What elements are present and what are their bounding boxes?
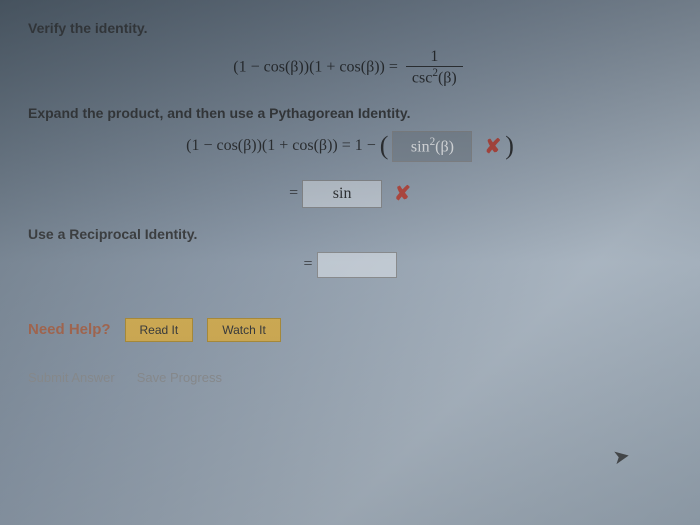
bottom-actions: Submit Answer Save Progress <box>28 370 672 385</box>
fraction-denominator: csc2(β) <box>406 67 463 87</box>
expand-lhs: (1 − cos(β))(1 + cos(β)) = 1 − <box>186 137 380 154</box>
answer-box-1[interactable]: sin2(β) <box>392 131 472 161</box>
identity-equation: (1 − cos(β))(1 + cos(β)) = 1 csc2(β) <box>28 48 672 87</box>
expand-instruction: Expand the product, and then use a Pytha… <box>28 105 672 121</box>
close-paren: ) <box>505 132 514 161</box>
need-help-label: Need Help? <box>28 321 111 338</box>
submit-answer-button[interactable]: Submit Answer <box>28 370 115 385</box>
answer-box-3[interactable] <box>317 252 397 278</box>
expand-equation-1: (1 − cos(β))(1 + cos(β)) = 1 − ( sin2(β)… <box>28 131 672 161</box>
reciprocal-equation: = <box>28 252 672 278</box>
eq4-equals: = <box>303 255 316 272</box>
read-it-button[interactable]: Read It <box>125 318 194 342</box>
verify-heading: Verify the identity. <box>28 20 672 36</box>
wrong-mark-icon: ✘ <box>484 134 501 159</box>
fraction-numerator: 1 <box>406 48 463 67</box>
open-paren: ( <box>380 132 389 161</box>
eq3-equals: = <box>289 184 302 201</box>
reciprocal-instruction: Use a Reciprocal Identity. <box>28 226 672 242</box>
save-progress-button[interactable]: Save Progress <box>137 370 222 385</box>
cursor-icon: ➤ <box>611 443 632 471</box>
identity-fraction: 1 csc2(β) <box>406 48 463 87</box>
help-row: Need Help? Read It Watch It <box>28 318 672 342</box>
watch-it-button[interactable]: Watch It <box>207 318 281 342</box>
identity-lhs: (1 − cos(β))(1 + cos(β)) = <box>233 58 402 75</box>
expand-equation-2: = sin ✘ <box>28 180 672 208</box>
wrong-mark-icon-2: ✘ <box>394 181 411 206</box>
answer-box-2[interactable]: sin <box>302 180 382 208</box>
